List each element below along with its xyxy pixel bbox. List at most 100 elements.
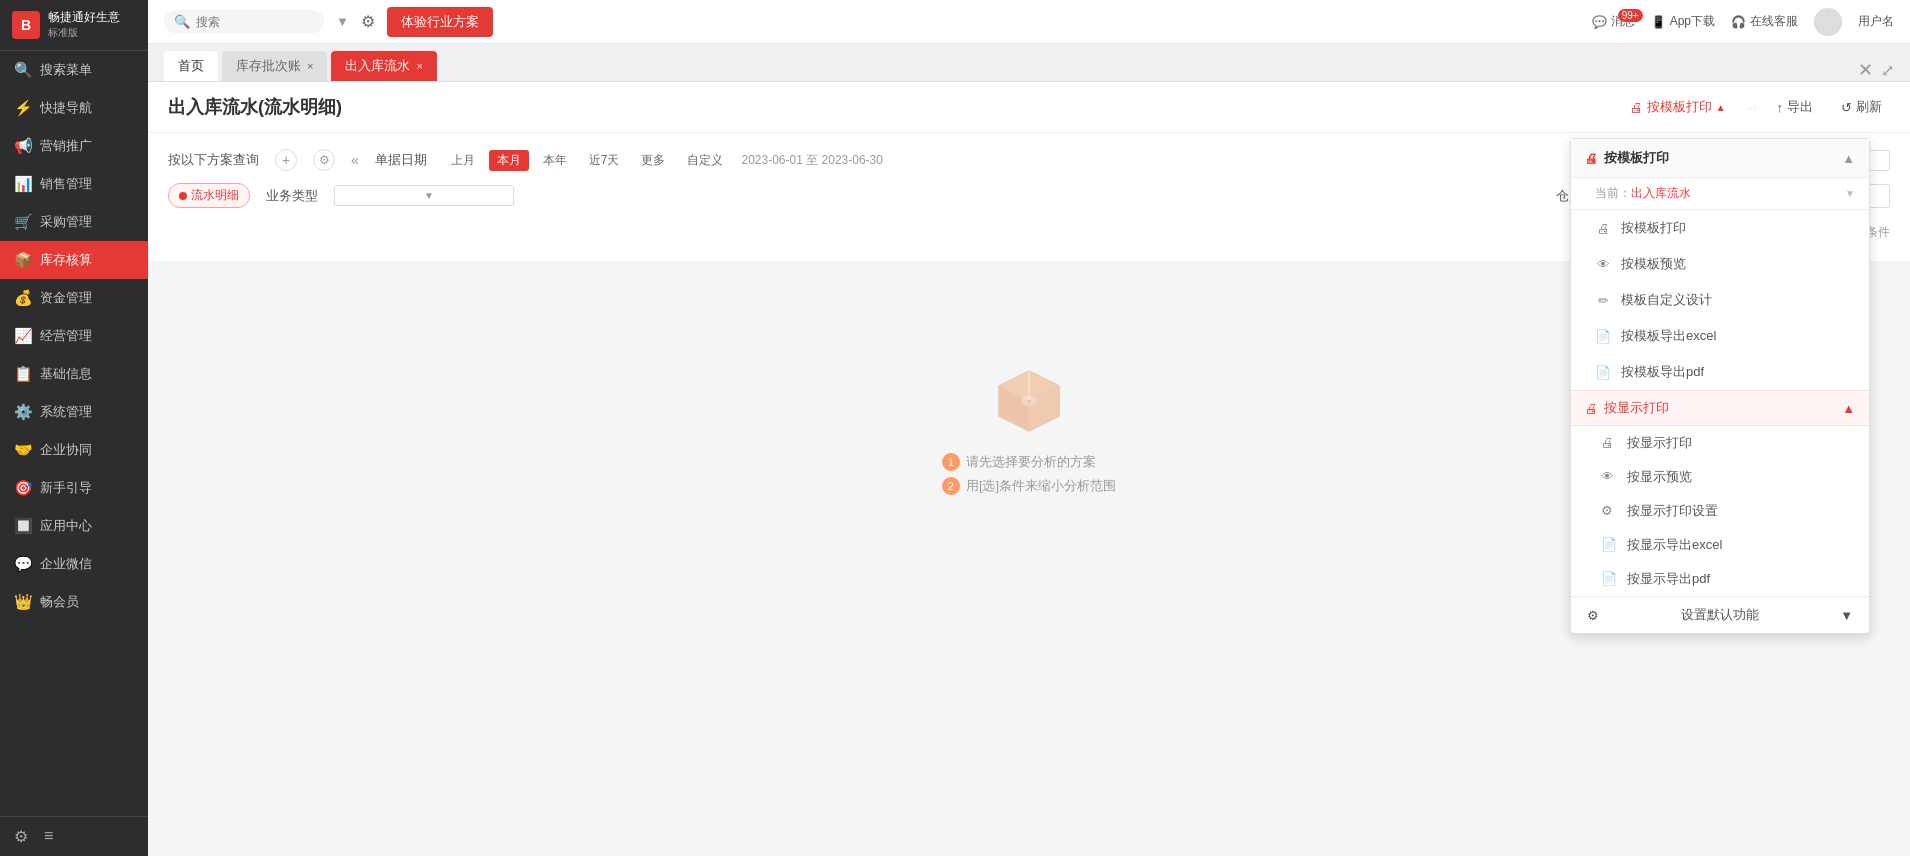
display-pdf-item[interactable]: 📄 按显示导出pdf	[1571, 562, 1869, 596]
display-settings-item[interactable]: ⚙ 按显示打印设置	[1571, 494, 1869, 528]
message-icon: 💬	[1592, 15, 1607, 29]
biz-type-label: 业务类型	[266, 187, 318, 205]
tab-batch[interactable]: 库存批次账 ×	[222, 51, 327, 81]
basic-icon: 📋	[14, 365, 32, 383]
page-header: 出入库流水(流水明细) 🖨 按模板打印 ▲ ··· ↑ 导出 ↺ 刷新	[148, 82, 1910, 133]
template-excel-label: 按模板导出excel	[1621, 327, 1716, 345]
sub-filter-tag[interactable]: 流水明细	[168, 183, 250, 208]
display-print-item[interactable]: 🖨 按显示打印	[1571, 426, 1869, 460]
display-excel-item[interactable]: 📄 按显示导出excel	[1571, 528, 1869, 562]
set-default-label: 设置默认功能	[1681, 606, 1759, 624]
avatar[interactable]	[1814, 8, 1842, 36]
tab-flow[interactable]: 出入库流水 ×	[331, 51, 436, 81]
template-print-item[interactable]: 🖨 按模板打印	[1571, 210, 1869, 246]
date-curr-month[interactable]: 本月	[489, 150, 529, 171]
sidebar-item-basic[interactable]: 📋 基础信息	[0, 355, 148, 393]
sidebar-item-search[interactable]: 🔍 搜索菜单	[0, 51, 148, 89]
settings-bottom-icon[interactable]: ⚙	[14, 827, 28, 846]
template-custom-item[interactable]: ✏ 模板自定义设计	[1571, 282, 1869, 318]
search-chevron-icon[interactable]: ▼	[336, 14, 349, 29]
template-print-icon: 🖨	[1595, 220, 1611, 236]
date-curr-year[interactable]: 本年	[535, 150, 575, 171]
tab-flow-close-icon[interactable]: ×	[416, 60, 422, 72]
dropdown-title-label: 按模板打印	[1604, 149, 1669, 167]
sidebar-item-member[interactable]: 👑 畅会员	[0, 583, 148, 621]
display-section-icon: 🖨	[1585, 401, 1598, 416]
shortcut-icon: ⚡	[14, 99, 32, 117]
display-pdf-icon: 📄	[1601, 571, 1617, 587]
display-excel-label: 按显示导出excel	[1627, 536, 1722, 554]
sidebar-logo: B 畅捷通好生意 标准版	[0, 0, 148, 51]
template-pdf-item[interactable]: 📄 按模板导出pdf	[1571, 354, 1869, 390]
sidebar-item-wechat[interactable]: 💬 企业微信	[0, 545, 148, 583]
sidebar-item-guide[interactable]: 🎯 新手引导	[0, 469, 148, 507]
template-preview-item[interactable]: 👁 按模板预览	[1571, 246, 1869, 282]
filter-collapse-icon[interactable]: «	[351, 152, 359, 168]
template-excel-item[interactable]: 📄 按模板导出excel	[1571, 318, 1869, 354]
date-prev-month[interactable]: 上月	[443, 150, 483, 171]
tab-home[interactable]: 首页	[164, 51, 218, 81]
current-prefix: 当前：	[1595, 185, 1631, 202]
sidebar-item-label: 销售管理	[40, 175, 92, 193]
app-download-button[interactable]: 📱 App下载	[1651, 13, 1715, 30]
sidebar: B 畅捷通好生意 标准版 🔍 搜索菜单 ⚡ 快捷导航 📢 营销推广 📊 销售管理…	[0, 0, 148, 856]
message-badge: 99+	[1618, 9, 1643, 22]
sidebar-item-label: 营销推广	[40, 137, 92, 155]
logo-name: 畅捷通好生意	[48, 10, 120, 26]
biz-type-arrow-icon: ▼	[424, 190, 505, 201]
dropdown-title: 🖨 按模板打印	[1585, 149, 1669, 167]
export-button[interactable]: ↑ 导出	[1769, 94, 1822, 120]
finance-icon: 💰	[14, 289, 32, 307]
sidebar-nav: 🔍 搜索菜单 ⚡ 快捷导航 📢 营销推广 📊 销售管理 🛒 采购管理 📦 库存核…	[0, 51, 148, 816]
print-template-button[interactable]: 🖨 按模板打印 ▲	[1622, 94, 1734, 120]
filter-add-button[interactable]: +	[275, 149, 297, 171]
date-7days[interactable]: 近7天	[581, 150, 628, 171]
sidebar-item-business[interactable]: 📈 经营管理	[0, 317, 148, 355]
tab-batch-close-icon[interactable]: ×	[307, 60, 313, 72]
sidebar-item-label: 搜索菜单	[40, 61, 92, 79]
sales-icon: 📊	[14, 175, 32, 193]
sidebar-item-sales[interactable]: 📊 销售管理	[0, 165, 148, 203]
sub-filter-label: 流水明细	[191, 187, 239, 204]
set-default-button[interactable]: ⚙ 设置默认功能 ▼	[1571, 596, 1869, 633]
dropdown-header: 🖨 按模板打印 ▲	[1571, 139, 1869, 178]
biz-type-select[interactable]: ▼	[334, 185, 514, 206]
display-preview-icon: 👁	[1601, 469, 1617, 485]
sidebar-item-purchase[interactable]: 🛒 采购管理	[0, 203, 148, 241]
sidebar-item-shortcut[interactable]: ⚡ 快捷导航	[0, 89, 148, 127]
close-window-icon[interactable]: ✕	[1858, 59, 1873, 81]
collapse-sidebar-icon[interactable]: ≡	[44, 827, 53, 846]
maximize-window-icon[interactable]: ⤢	[1881, 61, 1894, 80]
date-custom[interactable]: 自定义	[679, 150, 731, 171]
date-more[interactable]: 更多	[633, 150, 673, 171]
sidebar-item-label: 畅会员	[40, 593, 79, 611]
page-title: 出入库流水(流水明细)	[168, 95, 342, 131]
sidebar-item-inventory[interactable]: 📦 库存核算	[0, 241, 148, 279]
page-actions: 🖨 按模板打印 ▲ ··· ↑ 导出 ↺ 刷新 🖨	[1622, 94, 1890, 132]
search-input[interactable]	[196, 15, 296, 29]
sidebar-item-label: 资金管理	[40, 289, 92, 307]
filter-settings-button[interactable]: ⚙	[313, 149, 335, 171]
tab-batch-label: 库存批次账	[236, 57, 301, 75]
display-settings-icon: ⚙	[1601, 503, 1617, 519]
tip1-text: 请先选择要分析的方案	[966, 453, 1096, 471]
display-section-arrow[interactable]: ▲	[1842, 401, 1855, 416]
refresh-button[interactable]: ↺ 刷新	[1833, 94, 1890, 120]
filter-label: 按以下方案查询	[168, 151, 259, 169]
search-box[interactable]: 🔍	[164, 10, 324, 33]
message-button[interactable]: 💬 消息 99+	[1592, 13, 1635, 30]
tip1-num: 1	[942, 453, 960, 471]
sidebar-item-collab[interactable]: 🤝 企业协同	[0, 431, 148, 469]
sidebar-item-marketing[interactable]: 📢 营销推广	[0, 127, 148, 165]
set-default-arrow: ▼	[1840, 608, 1853, 623]
online-service-button[interactable]: 🎧 在线客服	[1731, 13, 1798, 30]
display-preview-item[interactable]: 👁 按显示预览	[1571, 460, 1869, 494]
sidebar-item-finance[interactable]: 💰 资金管理	[0, 279, 148, 317]
export-label: 导出	[1787, 98, 1813, 116]
sidebar-item-appcenter[interactable]: 🔲 应用中心	[0, 507, 148, 545]
dropdown-collapse-icon[interactable]: ▲	[1842, 151, 1855, 166]
settings-gear-icon[interactable]: ⚙	[361, 12, 375, 31]
industry-button[interactable]: 体验行业方案	[387, 7, 493, 37]
sidebar-item-system[interactable]: ⚙️ 系统管理	[0, 393, 148, 431]
search-icon: 🔍	[14, 61, 32, 79]
